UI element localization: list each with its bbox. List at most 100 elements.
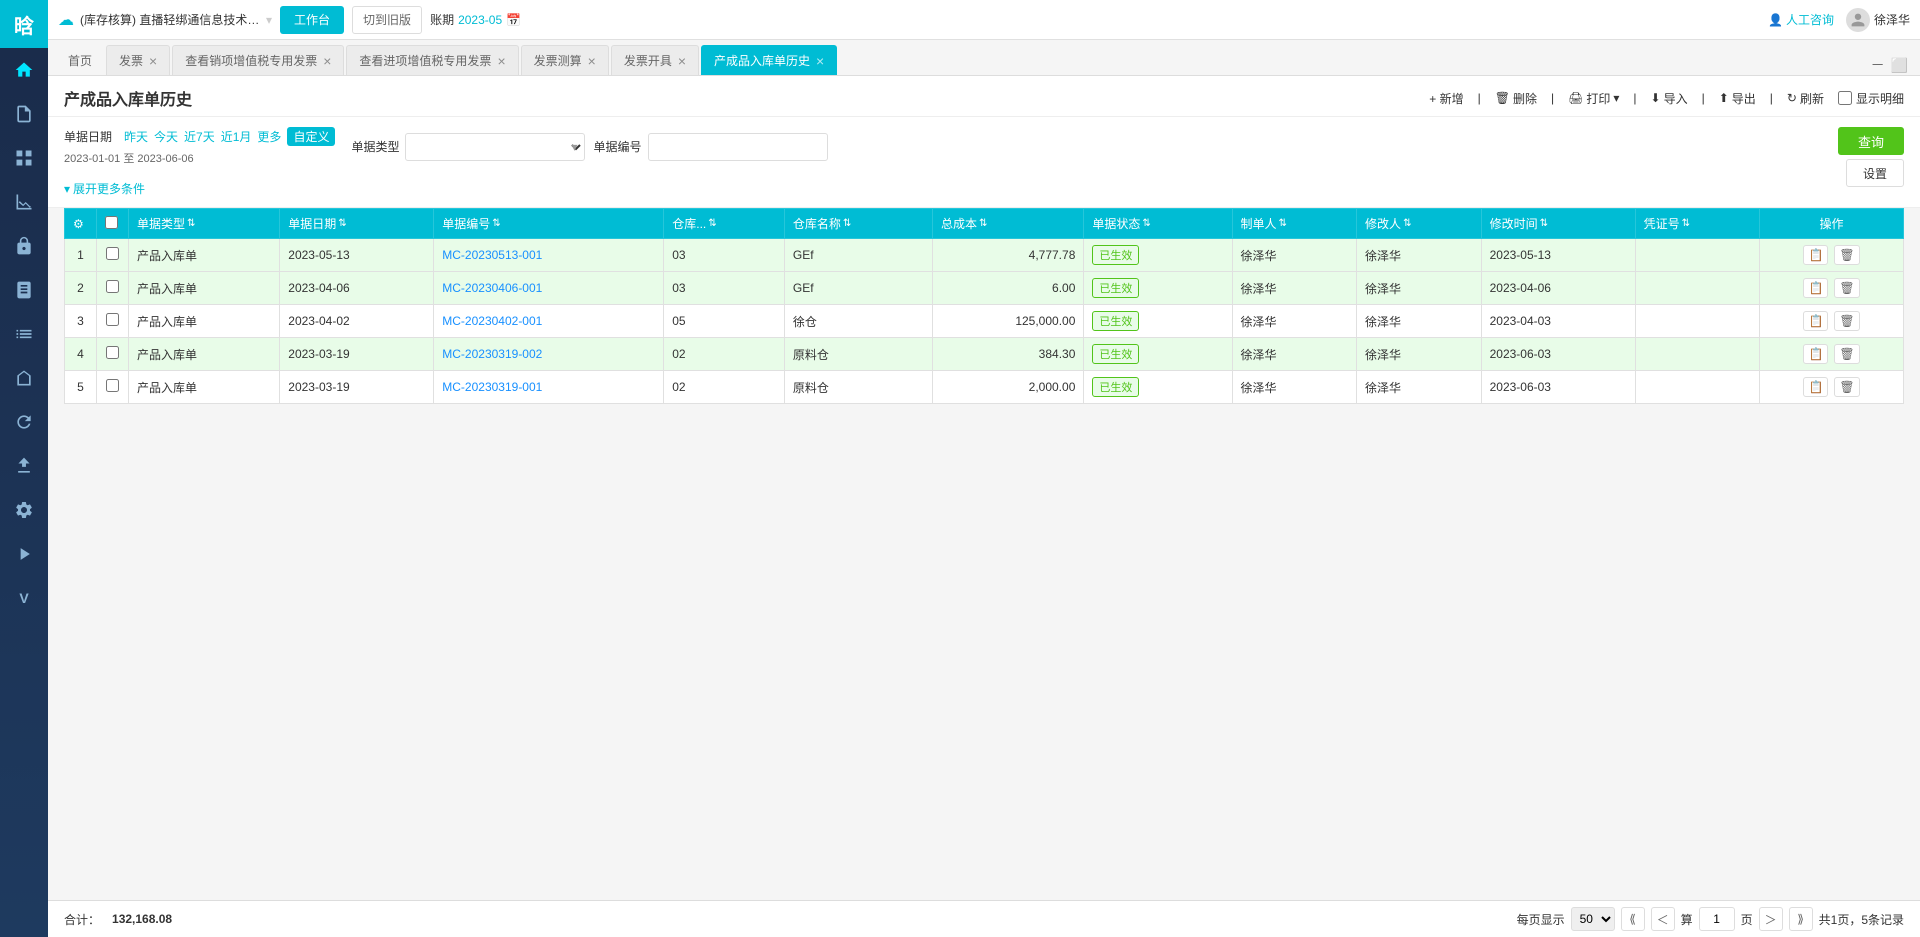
cell-number[interactable]: MC-20230513-001 (434, 239, 664, 272)
print-button[interactable]: 🖨 打印 ▾ (1564, 88, 1623, 109)
delete-row-button[interactable]: 🗑 (1834, 344, 1859, 364)
sidebar-item-download[interactable] (0, 444, 48, 488)
th-voucher[interactable]: 凭证号⇅ (1635, 209, 1760, 239)
th-modifier[interactable]: 修改人⇅ (1357, 209, 1482, 239)
th-number[interactable]: 单据编号⇅ (434, 209, 664, 239)
th-status[interactable]: 单据状态⇅ (1084, 209, 1232, 239)
row-checkbox-cell[interactable] (97, 338, 129, 371)
th-settings[interactable]: ⚙ (65, 209, 97, 239)
sidebar-item-play[interactable] (0, 532, 48, 576)
th-creator[interactable]: 制单人⇅ (1232, 209, 1357, 239)
th-date[interactable]: 单据日期⇅ (280, 209, 434, 239)
shortcut-more[interactable]: 更多 (257, 128, 281, 145)
edit-button[interactable]: 📋 (1803, 245, 1828, 265)
tab-close-calc[interactable]: × (588, 53, 596, 69)
sidebar-item-warehouse[interactable] (0, 356, 48, 400)
th-type[interactable]: 单据类型⇅ (129, 209, 280, 239)
query-button[interactable]: 查询 (1838, 127, 1904, 155)
set-button[interactable]: 设置 (1846, 159, 1904, 187)
refresh-button[interactable]: ↻ 刷新 (1783, 88, 1828, 109)
switch-button[interactable]: 切到旧版 (352, 6, 422, 34)
tab-close-invoice[interactable]: × (149, 53, 157, 69)
delete-button[interactable]: 🗑 删除 (1491, 88, 1541, 109)
edit-button[interactable]: 📋 (1803, 311, 1828, 331)
sidebar-item-chart[interactable] (0, 180, 48, 224)
row-checkbox[interactable] (106, 247, 119, 260)
edit-button[interactable]: 📋 (1803, 344, 1828, 364)
cell-number[interactable]: MC-20230319-001 (434, 371, 664, 404)
row-checkbox-cell[interactable] (97, 371, 129, 404)
settings-icon[interactable]: ⚙ (73, 217, 84, 231)
maximize-button[interactable]: ⬜ (1891, 57, 1908, 74)
document-link[interactable]: MC-20230513-001 (442, 248, 542, 262)
row-checkbox[interactable] (106, 346, 119, 359)
sidebar-item-lock[interactable] (0, 224, 48, 268)
sidebar-item-list[interactable] (0, 312, 48, 356)
shortcut-1month[interactable]: 近1月 (221, 128, 252, 145)
workbench-button[interactable]: 工作台 (280, 6, 344, 34)
tab-calc[interactable]: 发票测算 × (521, 45, 609, 75)
edit-button[interactable]: 📋 (1803, 377, 1828, 397)
page-number-input[interactable] (1699, 907, 1735, 931)
shortcut-today[interactable]: 今天 (154, 128, 178, 145)
delete-row-button[interactable]: 🗑 (1834, 377, 1859, 397)
row-checkbox-cell[interactable] (97, 272, 129, 305)
shortcut-7days[interactable]: 近7天 (184, 128, 215, 145)
edit-button[interactable]: 📋 (1803, 278, 1828, 298)
row-checkbox[interactable] (106, 379, 119, 392)
type-select[interactable] (405, 133, 585, 161)
shortcut-custom[interactable]: 自定义 (287, 127, 335, 146)
tab-invoice[interactable]: 发票 × (106, 45, 170, 75)
th-checkbox[interactable] (97, 209, 129, 239)
cell-number[interactable]: MC-20230406-001 (434, 272, 664, 305)
th-warehouse-code[interactable]: 仓库...⇅ (664, 209, 785, 239)
service-button[interactable]: 👤 人工咨询 (1768, 11, 1834, 28)
number-input[interactable] (648, 133, 828, 161)
sidebar-item-doc[interactable] (0, 92, 48, 136)
next-page-button[interactable]: ＞ (1759, 907, 1783, 931)
sidebar-item-home[interactable] (0, 48, 48, 92)
show-detail-toggle[interactable]: 显示明细 (1838, 90, 1904, 107)
per-page-select[interactable]: 50 (1571, 907, 1615, 931)
select-all-checkbox[interactable] (105, 216, 118, 229)
cell-number[interactable]: MC-20230402-001 (434, 305, 664, 338)
expand-more[interactable]: ▾ 展开更多条件 (64, 180, 1830, 197)
th-warehouse-name[interactable]: 仓库名称⇅ (784, 209, 932, 239)
document-link[interactable]: MC-20230406-001 (442, 281, 542, 295)
tab-close-view-purchase[interactable]: × (497, 53, 505, 69)
tab-open[interactable]: 发票开具 × (611, 45, 699, 75)
sidebar-item-v[interactable]: V (0, 576, 48, 620)
document-link[interactable]: MC-20230402-001 (442, 314, 542, 328)
tab-close-history[interactable]: × (816, 53, 824, 69)
tab-view-sales[interactable]: 查看销项增值税专用发票 × (172, 45, 344, 75)
delete-row-button[interactable]: 🗑 (1834, 311, 1859, 331)
user-menu[interactable]: 徐泽华 (1846, 8, 1910, 32)
document-link[interactable]: MC-20230319-002 (442, 347, 542, 361)
th-modify-time[interactable]: 修改时间⇅ (1481, 209, 1635, 239)
new-button[interactable]: + 新增 (1425, 88, 1467, 109)
tab-history[interactable]: 产成品入库单历史 × (701, 45, 837, 75)
minimize-button[interactable]: － (1871, 55, 1885, 75)
document-link[interactable]: MC-20230319-001 (442, 380, 542, 394)
row-checkbox[interactable] (106, 280, 119, 293)
import-button[interactable]: ⬇ 导入 (1647, 88, 1692, 109)
shortcut-yesterday[interactable]: 昨天 (124, 128, 148, 145)
last-page-button[interactable]: ⟫ (1789, 907, 1813, 931)
sidebar-item-gear[interactable] (0, 488, 48, 532)
delete-row-button[interactable]: 🗑 (1834, 278, 1859, 298)
sidebar-item-grid[interactable] (0, 136, 48, 180)
sidebar-item-refresh[interactable] (0, 400, 48, 444)
prev-page-button[interactable]: ＜ (1651, 907, 1675, 931)
row-checkbox-cell[interactable] (97, 305, 129, 338)
tab-home[interactable]: 首页 (56, 45, 104, 75)
cell-number[interactable]: MC-20230319-002 (434, 338, 664, 371)
tab-close-view-sales[interactable]: × (323, 53, 331, 69)
tab-close-open[interactable]: × (678, 53, 686, 69)
export-button[interactable]: ⬆ 导出 (1715, 88, 1760, 109)
row-checkbox-cell[interactable] (97, 239, 129, 272)
row-checkbox[interactable] (106, 313, 119, 326)
tab-view-purchase[interactable]: 查看进项增值税专用发票 × (346, 45, 518, 75)
sidebar-item-book[interactable] (0, 268, 48, 312)
th-total-cost[interactable]: 总成本⇅ (933, 209, 1084, 239)
first-page-button[interactable]: ⟪ (1621, 907, 1645, 931)
